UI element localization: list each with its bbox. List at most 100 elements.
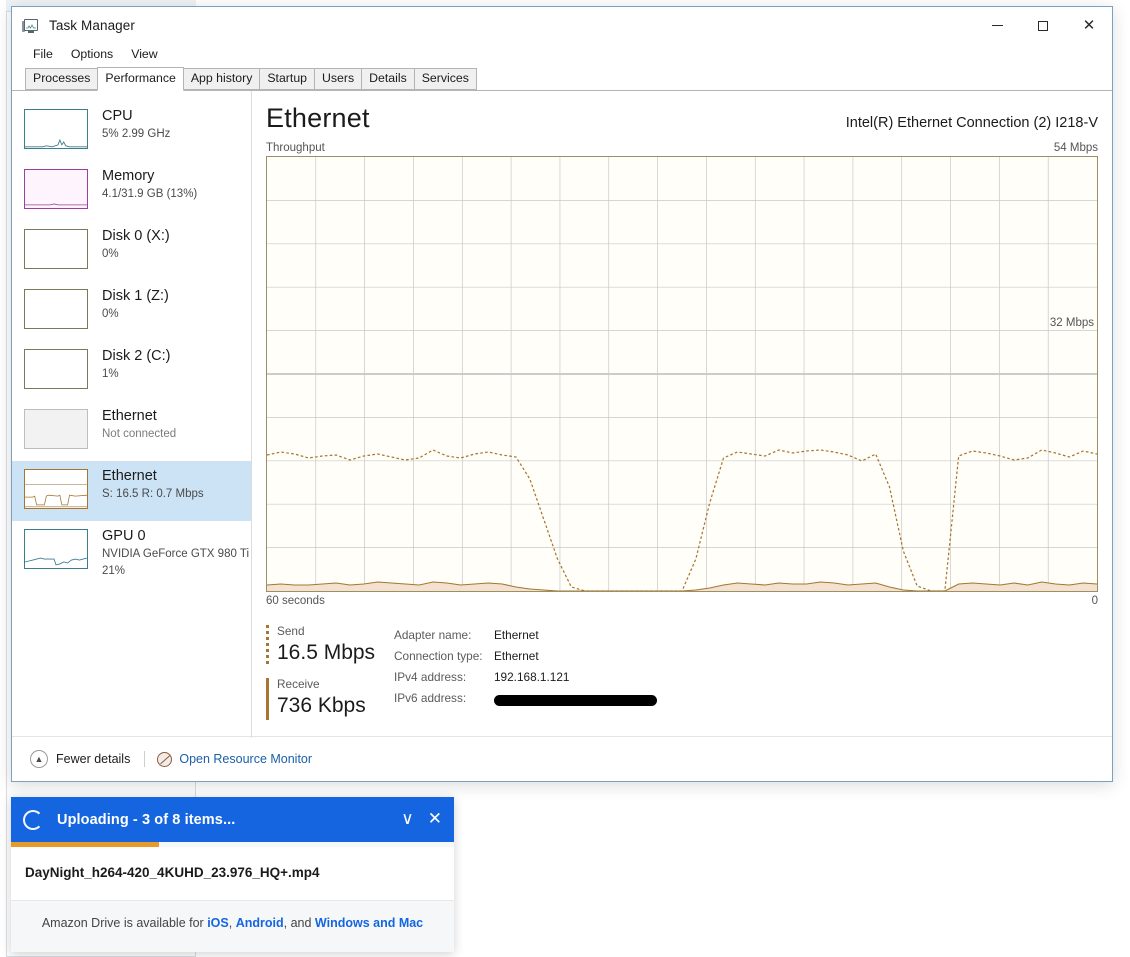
graph-bottom-labels: 60 seconds 0 (266, 595, 1098, 607)
menu-options[interactable]: Options (62, 46, 122, 63)
sidebar-item-title: Ethernet (102, 468, 157, 484)
fewer-details-button[interactable]: Fewer details (56, 752, 130, 766)
page-title: Ethernet (266, 103, 370, 133)
footer-sep-2: , and (283, 916, 315, 930)
task-manager-icon (22, 18, 40, 34)
gpu-0-thumbnail-graph (24, 529, 88, 569)
info-value: 192.168.1.121 (494, 670, 570, 684)
link-android[interactable]: Android (236, 916, 284, 930)
sidebar-item-cpu[interactable]: CPU 5% 2.99 GHz (12, 101, 251, 161)
sidebar-item-disk-0[interactable]: Disk 0 (X:) 0% (12, 221, 251, 281)
notification-title: Uploading - 3 of 8 items... (57, 811, 236, 828)
sidebar-item-title: Disk 2 (C:) (102, 348, 171, 364)
info-value-redacted (494, 688, 657, 709)
stats-area: Send 16.5 Mbps Receive 736 Kbps Adapter … (266, 623, 1098, 729)
sidebar-item-disk-2[interactable]: Disk 2 (C:) 1% (12, 341, 251, 401)
sidebar-item-title: Ethernet (102, 408, 157, 424)
graph-caption: Throughput (266, 142, 325, 154)
send-legend-swatch (266, 625, 269, 667)
sidebar-item-title: Disk 1 (Z:) (102, 288, 169, 304)
ethernet-active-thumbnail-graph (24, 469, 88, 509)
link-ios[interactable]: iOS (207, 916, 229, 930)
info-key: Adapter name: (394, 628, 472, 642)
info-key: IPv4 address: (394, 670, 467, 684)
footer-sep-1: , (228, 916, 236, 930)
open-resource-monitor-link[interactable]: Open Resource Monitor (179, 752, 312, 766)
status-bar: ▲ Fewer details Open Resource Monitor (12, 736, 1112, 781)
disk-2-thumbnail-graph (24, 349, 88, 389)
close-button[interactable]: ✕ (1066, 7, 1112, 44)
tab-processes[interactable]: Processes (25, 68, 99, 90)
sidebar-item-memory[interactable]: Memory 4.1/31.9 GB (13%) (12, 161, 251, 221)
sidebar-item-ethernet-active[interactable]: Ethernet S: 16.5 R: 0.7 Mbps (12, 461, 251, 521)
disk-0-thumbnail-graph (24, 229, 88, 269)
stat-label: Send (277, 624, 305, 638)
stat-label: Receive (277, 677, 320, 691)
chevron-up-icon[interactable]: ▲ (30, 750, 48, 768)
sidebar-item-title: Disk 0 (X:) (102, 228, 170, 244)
graph-y-max-label: 54 Mbps (1053, 142, 1098, 154)
loading-spinner-icon (23, 809, 43, 830)
info-key: Connection type: (394, 649, 483, 663)
sidebar-item-disk-1[interactable]: Disk 1 (Z:) 0% (12, 281, 251, 341)
window-title: Task Manager (49, 18, 135, 33)
sidebar-item-title: GPU 0 (102, 528, 146, 544)
sidebar-item-sub: 5% 2.99 GHz (102, 128, 171, 140)
tab-bar: Processes Performance App history Startu… (12, 67, 1112, 91)
info-row: IPv6 address: (394, 688, 657, 709)
send-series-line (267, 449, 1097, 591)
window-controls: ✕ (974, 7, 1112, 44)
sidebar-item-sub: Not connected (102, 428, 177, 440)
throughput-graph-svg (267, 157, 1097, 591)
resource-monitor-icon (157, 751, 173, 767)
resource-sidebar: CPU 5% 2.99 GHz Memory 4.1/31.9 GB (13%) (12, 91, 252, 738)
tab-users[interactable]: Users (314, 68, 363, 90)
sidebar-item-gpu-0[interactable]: GPU 0 NVIDIA GeForce GTX 980 Ti 21% (12, 521, 251, 581)
info-row: Adapter name: Ethernet (394, 625, 657, 646)
sidebar-item-ethernet-disconnected[interactable]: Ethernet Not connected (12, 401, 251, 461)
tab-startup[interactable]: Startup (259, 68, 315, 90)
footer-prefix-text: Amazon Drive is available for (41, 916, 208, 930)
sidebar-item-sub: 4.1/31.9 GB (13%) (102, 188, 198, 200)
tab-services[interactable]: Services (413, 68, 477, 90)
graph-x-left-label: 60 seconds (266, 595, 325, 607)
info-value: Ethernet (494, 628, 539, 642)
disk-1-thumbnail-graph (24, 289, 88, 329)
graph-y-mid-label: 32 Mbps (1049, 317, 1094, 329)
task-manager-window: Task Manager ✕ File Options View Process… (11, 6, 1113, 782)
link-windows-and-mac[interactable]: Windows and Mac (315, 916, 423, 930)
screen: Task Manager ✕ File Options View Process… (0, 0, 1130, 957)
chevron-down-icon[interactable]: ∨ (401, 811, 413, 828)
stat-value: 736 Kbps (277, 694, 366, 717)
notification-header: Uploading - 3 of 8 items... ∨ ✕ (11, 797, 454, 842)
close-icon[interactable]: ✕ (428, 811, 442, 828)
memory-thumbnail-graph (24, 169, 88, 209)
uploading-file-name: DayNight_h264-420_4KUHD_23.976_HQ+.mp4 (11, 847, 454, 901)
sidebar-item-sub: NVIDIA GeForce GTX 980 Ti (102, 548, 249, 560)
menu-file[interactable]: File (24, 46, 62, 63)
tab-app-history[interactable]: App history (182, 68, 261, 90)
adapter-info-table: Adapter name: Ethernet Connection type: … (394, 623, 657, 729)
menu-view[interactable]: View (122, 46, 166, 63)
sidebar-item-sub: 0% (102, 248, 119, 260)
tab-details[interactable]: Details (361, 68, 415, 90)
title-bar: Task Manager ✕ (12, 7, 1112, 44)
sidebar-item-sub: 0% (102, 308, 119, 320)
content-area: CPU 5% 2.99 GHz Memory 4.1/31.9 GB (13%) (12, 91, 1112, 738)
tab-performance[interactable]: Performance (97, 67, 184, 91)
graph-top-labels: Throughput 54 Mbps (266, 142, 1098, 154)
maximize-button[interactable] (1020, 7, 1066, 44)
minimize-button[interactable] (974, 7, 1020, 44)
stat-send: Send 16.5 Mbps (266, 623, 378, 667)
sidebar-item-sub: 1% (102, 368, 119, 380)
upload-notification: Uploading - 3 of 8 items... ∨ ✕ DayNight… (11, 797, 454, 952)
performance-detail-panel: Ethernet Intel(R) Ethernet Connection (2… (252, 91, 1112, 738)
throughput-graph: 32 Mbps (266, 156, 1098, 592)
info-row: IPv4 address: 192.168.1.121 (394, 667, 657, 688)
redaction-bar (494, 694, 657, 706)
graph-x-right-label: 0 (1091, 595, 1098, 607)
notification-footer: Amazon Drive is available for iOS, Andro… (11, 901, 454, 945)
sidebar-item-title: CPU (102, 108, 133, 124)
receive-legend-swatch (266, 678, 269, 720)
stat-receive: Receive 736 Kbps (266, 676, 378, 720)
